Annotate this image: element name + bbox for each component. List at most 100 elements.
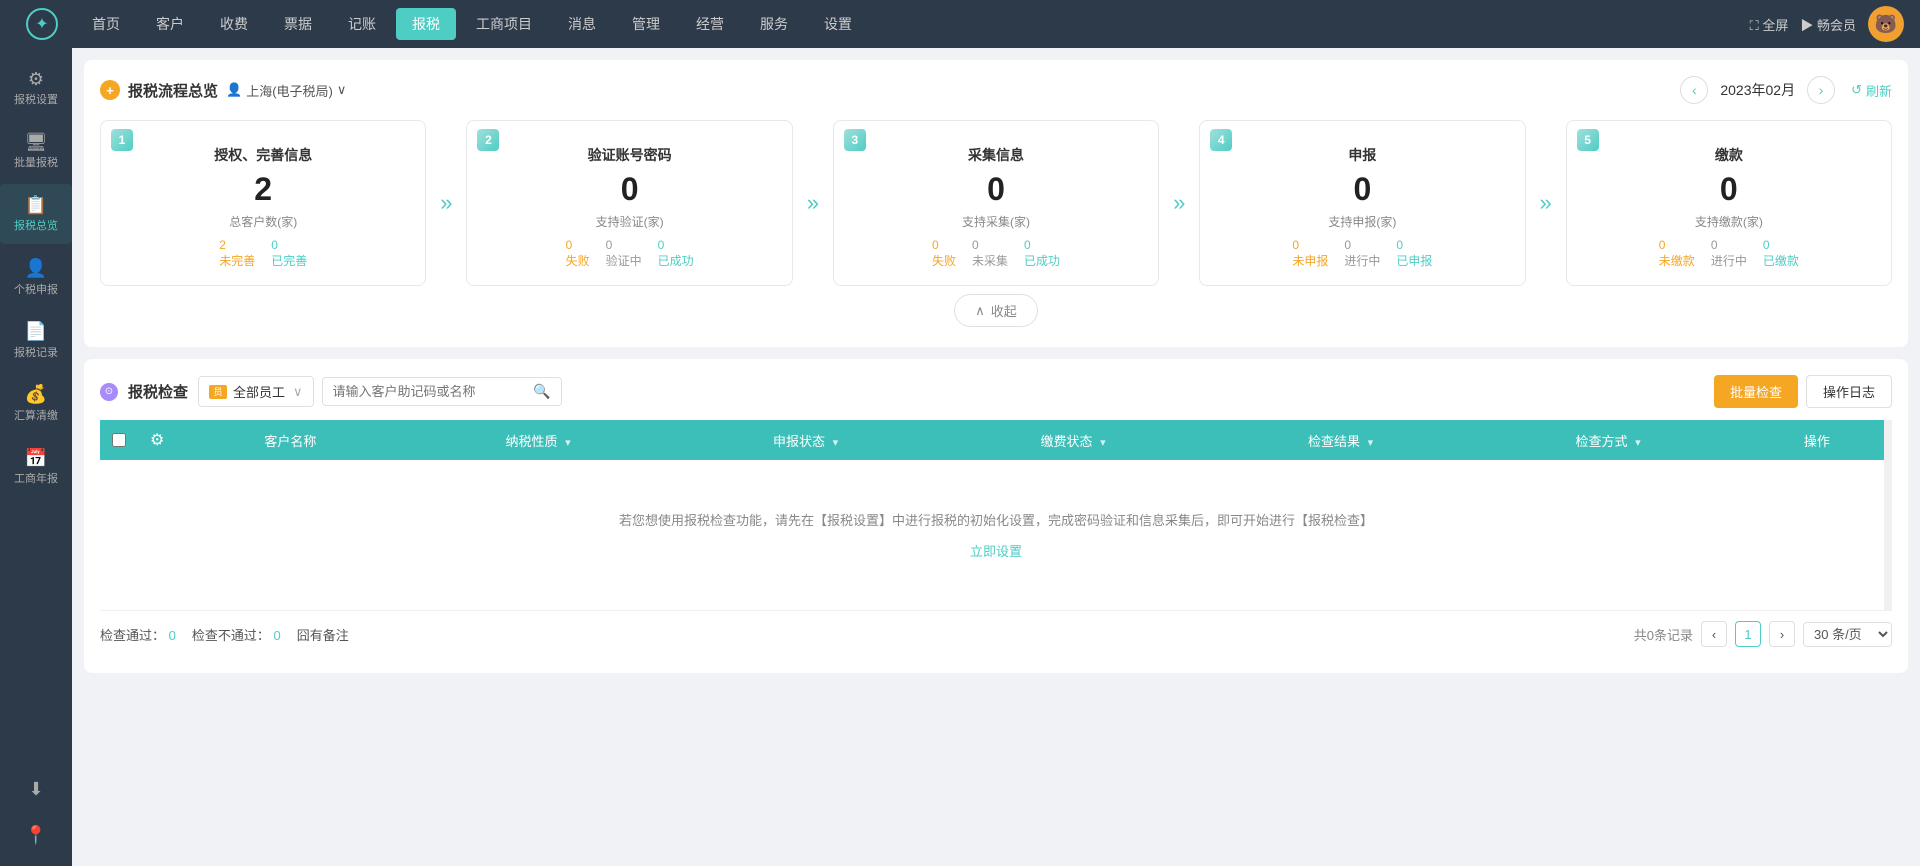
sidebar-item-batch-tax[interactable]: 🖥 批量报税 [0,121,72,180]
step-num-3: 3 [844,129,866,151]
step-count-2: 0 [621,173,639,205]
page-next-button[interactable]: › [1769,621,1795,647]
step-stats-4: 0 未申报 0 进行中 0 已申报 [1292,238,1432,269]
pass-value[interactable]: 0 [169,628,176,643]
fullscreen-btn[interactable]: ⛶ 全屏 [1750,15,1789,34]
flow-title: 报税流程总览 [128,80,218,101]
membership-btn[interactable]: ▶ 畅会员 [1800,15,1856,34]
step-count-4: 0 [1354,173,1372,205]
nav-item-tax[interactable]: 报税 [396,8,456,40]
check-result-filter-icon[interactable]: ▾ [1368,437,1374,449]
location-selector[interactable]: 👤 上海(电子税局) ∨ [226,81,346,100]
search-box: 🔍 [322,377,562,406]
nav-item-operation[interactable]: 经营 [680,8,740,40]
check-method-filter-icon[interactable]: ▾ [1635,437,1641,449]
table-settings-button[interactable]: ⚙ [150,430,164,450]
scrollbar-track[interactable] [1884,420,1892,611]
setup-link[interactable]: 立即设置 [970,544,1022,559]
sidebar-label-annual-report: 工商年报 [14,473,58,486]
sidebar-item-tax-settings[interactable]: ⚙ 报税设置 [0,58,72,117]
sidebar-item-tax-records[interactable]: 📄 报税记录 [0,311,72,370]
date-next-button[interactable]: › [1807,76,1835,104]
empty-state-row: 若您想使用报税检查功能，请先在【报税设置】中进行报税的初始化设置，完成密码验证和… [100,460,1892,611]
flow-arrow-1: » [426,120,466,286]
sidebar-item-download[interactable]: ⬇ [0,768,72,810]
nav-item-client[interactable]: 客户 [140,8,200,40]
flow-arrow-4: » [1526,120,1566,286]
step-stats-3: 0 失败 0 未采集 0 已成功 [932,238,1060,269]
staff-label: 全部员工 [233,382,285,401]
page-prev-button[interactable]: ‹ [1701,621,1727,647]
sidebar-item-location[interactable]: 📍 [0,814,72,856]
nav-item-home[interactable]: 首页 [76,8,136,40]
fail-label: 检查不通过： 0 [192,625,281,644]
tax-records-icon: 📄 [25,321,47,343]
step5-stat-mid: 0 进行中 [1711,238,1747,269]
search-icon[interactable]: 🔍 [533,383,550,400]
sidebar-label-tax-records: 报税记录 [14,347,58,360]
location-chevron-icon: ∨ [337,82,347,98]
tax-nature-filter-icon[interactable]: ▾ [565,437,571,449]
sidebar-item-annual-report[interactable]: 📅 工商年报 [0,437,72,496]
avatar[interactable]: 🐻 [1868,6,1904,42]
nav-item-message[interactable]: 消息 [552,8,612,40]
refresh-label: 刷新 [1866,81,1892,100]
nav-item-business[interactable]: 工商项目 [460,8,548,40]
table-container: ⚙ 客户名称 纳税性质 ▾ 申报状态 ▾ [100,420,1892,611]
nav-item-settings[interactable]: 设置 [808,8,868,40]
step-count-5: 0 [1720,173,1738,205]
header-client-name: 客户名称 [176,420,404,460]
per-page-select[interactable]: 30 条/页50 条/页100 条/页 [1803,622,1892,647]
step5-stat-ok: 0 已缴款 [1763,238,1799,269]
staff-selector[interactable]: 员 全部员工 ∨ [198,376,314,407]
tax-settings-icon: ⚙ [25,68,47,90]
fullscreen-icon: ⛶ [1750,18,1759,33]
collapse-button[interactable]: ∧ 收起 [954,294,1038,327]
annual-report-icon: 📅 [25,447,47,469]
refresh-button[interactable]: ↺ 刷新 [1851,81,1892,100]
nav-menu: 首页 客户 收费 票据 记账 报税 工商项目 消息 管理 经营 服务 设置 [76,8,1750,40]
select-all-checkbox[interactable] [112,433,126,447]
step-sub-5: 支持缴款(家) [1695,213,1763,230]
app-logo: ✦ [16,0,68,48]
nav-item-invoice[interactable]: 票据 [268,8,328,40]
main-layout: ⚙ 报税设置 🖥 批量报税 📋 报税总览 👤 个税申报 📄 报税记录 💰 汇算清… [0,48,1920,866]
step4-stat-fail: 0 未申报 [1292,238,1328,269]
step-num-5: 5 [1577,129,1599,151]
batch-check-button[interactable]: 批量检查 [1714,375,1798,408]
operation-log-button[interactable]: 操作日志 [1806,375,1892,408]
empty-state-cell: 若您想使用报税检查功能，请先在【报税设置】中进行报税的初始化设置，完成密码验证和… [100,460,1892,611]
flow-step-3: 3 采集信息 0 支持采集(家) 0 失败 0 未采集 [833,120,1159,286]
nav-item-service[interactable]: 服务 [744,8,804,40]
nav-item-accounting[interactable]: 记账 [332,8,392,40]
payment-status-filter-icon[interactable]: ▾ [1100,437,1106,449]
nav-item-manage[interactable]: 管理 [616,8,676,40]
header-operation: 操作 [1742,420,1892,460]
sidebar-item-tax-overview[interactable]: 📋 报税总览 [0,184,72,243]
step-sub-4: 支持申报(家) [1328,213,1396,230]
tax-check-table: ⚙ 客户名称 纳税性质 ▾ 申报状态 ▾ [100,420,1892,611]
sidebar-item-annual-settlement[interactable]: 💰 汇算清缴 [0,374,72,433]
nav-item-fee[interactable]: 收费 [204,8,264,40]
tax-check-header: ⊙ 报税检查 员 全部员工 ∨ 🔍 批量检查 操作日志 [100,375,1892,408]
table-footer: 检查通过： 0 检查不通过： 0 囧有备注 共0条记录 ‹ 1 › 30 条/页… [100,611,1892,657]
header-payment-status: 缴费状态 ▾ [939,420,1207,460]
page-current: 1 [1735,621,1761,647]
date-prev-button[interactable]: ‹ [1680,76,1708,104]
report-status-filter-icon[interactable]: ▾ [833,437,839,449]
sidebar: ⚙ 报税设置 🖥 批量报税 📋 报税总览 👤 个税申报 📄 报税记录 💰 汇算清… [0,48,72,866]
search-input[interactable] [333,384,534,399]
step1-stat-ok: 0 已完善 [271,238,307,269]
annual-settlement-icon: 💰 [25,384,47,406]
header-checkbox-cell [100,420,138,460]
step-sub-2: 支持验证(家) [596,213,664,230]
sidebar-item-personal-tax[interactable]: 👤 个税申报 [0,248,72,307]
fail-value[interactable]: 0 [274,628,281,643]
flow-step-4: 4 申报 0 支持申报(家) 0 未申报 0 进行中 [1199,120,1525,286]
step4-stat-mid: 0 进行中 [1344,238,1380,269]
step-sub-3: 支持采集(家) [962,213,1030,230]
batch-tax-icon: 🖥 [25,131,47,153]
step-num-2: 2 [477,129,499,151]
step2-stat-mid: 0 验证中 [606,238,642,269]
staff-chevron-icon: ∨ [293,384,303,400]
